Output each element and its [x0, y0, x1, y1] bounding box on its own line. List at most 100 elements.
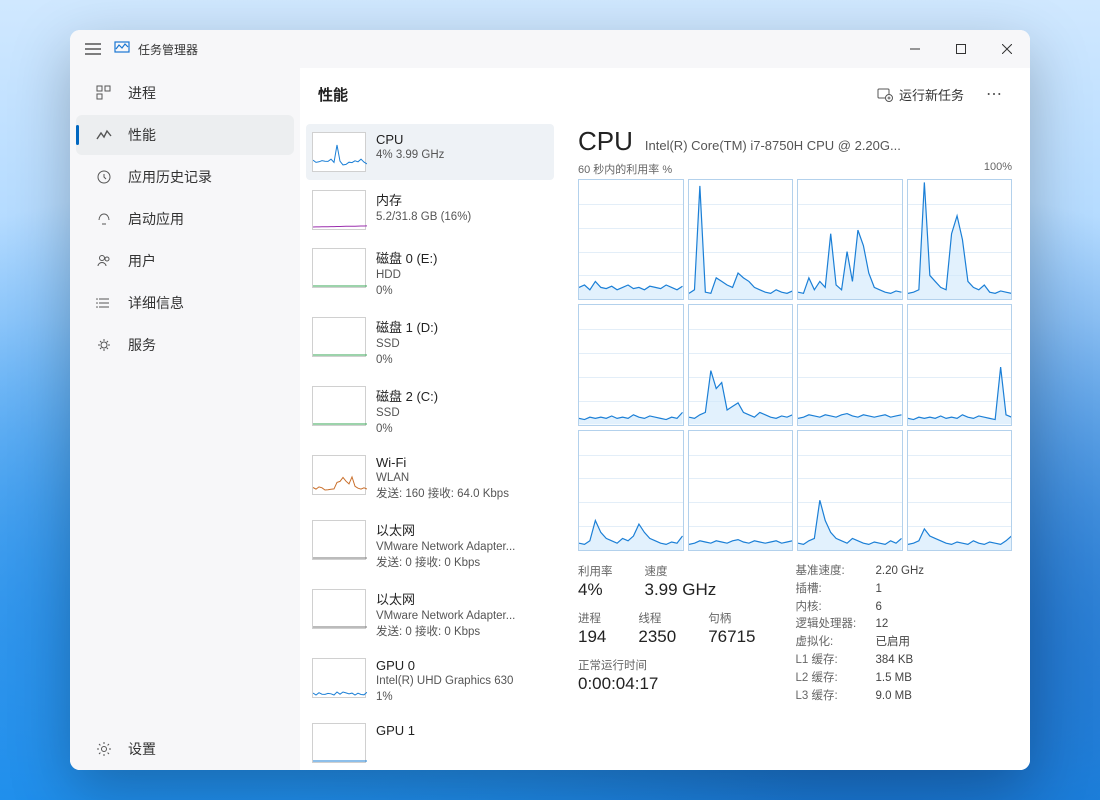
perf-list-item[interactable]: 内存5.2/31.8 GB (16%) — [306, 182, 554, 238]
titlebar: 任务管理器 — [70, 30, 1030, 68]
perf-thumbnail — [312, 386, 366, 426]
sidebar-item-startup[interactable]: 启动应用 — [76, 199, 294, 239]
perf-thumbnail — [312, 589, 366, 629]
stat-threads: 线程 2350 — [638, 610, 676, 647]
history-icon — [94, 169, 114, 185]
sidebar-item-processes[interactable]: 进程 — [76, 73, 294, 113]
chart-axis-right-label: 100% — [984, 161, 1012, 177]
spec-row: 逻辑处理器:12 — [795, 616, 924, 634]
perf-item-title: 磁盘 1 (D:) — [376, 317, 438, 336]
perf-thumbnail — [312, 455, 366, 495]
cpu-core-chart — [688, 179, 794, 300]
perf-item-sub: SSD0% — [376, 337, 438, 368]
stat-utilization: 利用率 4% — [578, 563, 613, 600]
sidebar-item-label: 性能 — [128, 125, 156, 145]
cpu-core-chart — [578, 304, 684, 425]
cpu-core-chart — [797, 430, 903, 551]
detail-title: CPU — [578, 126, 633, 157]
cpu-core-chart — [688, 430, 794, 551]
run-new-task-button[interactable]: 运行新任务 — [867, 79, 974, 110]
spec-row: 内核:6 — [795, 599, 924, 617]
chart-axis-left-label: 60 秒内的利用率 % — [578, 161, 672, 177]
spec-row: L2 缓存:1.5 MB — [795, 670, 924, 688]
perf-list-item[interactable]: CPU4% 3.99 GHz — [306, 124, 554, 180]
perf-item-sub: HDD0% — [376, 268, 437, 299]
perf-item-sub: Intel(R) UHD Graphics 6301% — [376, 674, 513, 705]
stat-uptime: 正常运行时间 0:00:04:17 — [578, 657, 755, 694]
perf-item-title: Wi-Fi — [376, 455, 509, 470]
perf-item-title: 磁盘 0 (E:) — [376, 248, 437, 267]
perf-list-item[interactable]: 磁盘 2 (C:)SSD0% — [306, 378, 554, 445]
cpu-chart-grid — [578, 179, 1012, 551]
app-title: 任务管理器 — [138, 41, 198, 58]
performance-icon — [94, 127, 114, 143]
sidebar-item-details[interactable]: 详细信息 — [76, 283, 294, 323]
perf-item-title: 内存 — [376, 190, 471, 209]
spec-row: L3 缓存:9.0 MB — [795, 688, 924, 706]
cpu-core-chart — [797, 179, 903, 300]
app-icon — [114, 39, 130, 60]
perf-item-sub: 5.2/31.8 GB (16%) — [376, 210, 471, 226]
run-task-icon — [877, 86, 893, 102]
spec-table: 基准速度:2.20 GHz插槽:1内核:6逻辑处理器:12虚拟化:已启用L1 缓… — [795, 563, 924, 706]
sidebar-item-settings[interactable]: 设置 — [76, 729, 294, 769]
task-manager-window: 任务管理器 进程 性能 应用历史记录 启动应用 — [70, 30, 1030, 770]
perf-thumbnail — [312, 658, 366, 698]
sidebar-item-services[interactable]: 服务 — [76, 325, 294, 365]
perf-thumbnail — [312, 190, 366, 230]
spec-row: 插槽:1 — [795, 581, 924, 599]
sidebar-item-label: 应用历史记录 — [128, 167, 212, 187]
sidebar-item-app-history[interactable]: 应用历史记录 — [76, 157, 294, 197]
cpu-core-chart — [907, 179, 1013, 300]
perf-item-title: GPU 0 — [376, 658, 513, 673]
perf-thumbnail — [312, 317, 366, 357]
perf-list-item[interactable]: 以太网VMware Network Adapter...发送: 0 接收: 0 … — [306, 512, 554, 579]
sidebar-item-performance[interactable]: 性能 — [76, 115, 294, 155]
cpu-core-chart — [578, 430, 684, 551]
grid-icon — [94, 85, 114, 101]
sidebar: 进程 性能 应用历史记录 启动应用 用户 详细信息 — [70, 68, 300, 770]
perf-thumbnail — [312, 132, 366, 172]
perf-item-title: CPU — [376, 132, 444, 147]
perf-list-item[interactable]: GPU 1 — [306, 715, 554, 770]
perf-item-title: 以太网 — [376, 520, 515, 539]
maximize-button[interactable] — [938, 30, 984, 68]
perf-item-sub: 4% 3.99 GHz — [376, 148, 444, 164]
hamburger-menu-icon[interactable] — [80, 43, 106, 55]
sidebar-item-label: 启动应用 — [128, 209, 184, 229]
sidebar-item-label: 用户 — [128, 251, 156, 271]
close-button[interactable] — [984, 30, 1030, 68]
more-button[interactable]: ⋯ — [978, 78, 1012, 110]
detail-model: Intel(R) Core(TM) i7-8750H CPU @ 2.20G..… — [645, 138, 1012, 153]
perf-item-sub: VMware Network Adapter...发送: 0 接收: 0 Kbp… — [376, 609, 515, 640]
page-title: 性能 — [318, 84, 348, 105]
perf-list-item[interactable]: Wi-FiWLAN发送: 160 接收: 64.0 Kbps — [306, 447, 554, 510]
sidebar-item-label: 设置 — [128, 739, 156, 759]
perf-list-item[interactable]: GPU 0Intel(R) UHD Graphics 6301% — [306, 650, 554, 713]
perf-item-title: 以太网 — [376, 589, 515, 608]
stat-handles: 句柄 76715 — [708, 610, 755, 647]
main-panel: 性能 运行新任务 ⋯ CPU4% 3.99 GHz内存5.2/31.8 GB (… — [300, 68, 1030, 770]
perf-item-title: GPU 1 — [376, 723, 415, 738]
minimize-button[interactable] — [892, 30, 938, 68]
cpu-core-chart — [907, 430, 1013, 551]
perf-item-sub: WLAN发送: 160 接收: 64.0 Kbps — [376, 471, 509, 502]
perf-thumbnail — [312, 520, 366, 560]
perf-thumbnail — [312, 248, 366, 288]
sidebar-item-users[interactable]: 用户 — [76, 241, 294, 281]
cpu-core-chart — [907, 304, 1013, 425]
perf-list-item[interactable]: 以太网VMware Network Adapter...发送: 0 接收: 0 … — [306, 581, 554, 648]
sidebar-item-label: 进程 — [128, 83, 156, 103]
spec-row: 基准速度:2.20 GHz — [795, 563, 924, 581]
perf-item-sub: VMware Network Adapter...发送: 0 接收: 0 Kbp… — [376, 540, 515, 571]
stat-processes: 进程 194 — [578, 610, 606, 647]
cpu-detail-panel: CPU Intel(R) Core(TM) i7-8750H CPU @ 2.2… — [560, 120, 1030, 770]
perf-list-item[interactable]: 磁盘 1 (D:)SSD0% — [306, 309, 554, 376]
run-task-label: 运行新任务 — [899, 85, 964, 104]
startup-icon — [94, 211, 114, 227]
spec-row: 虚拟化:已启用 — [795, 634, 924, 652]
perf-item-sub: SSD0% — [376, 406, 438, 437]
list-icon — [94, 295, 114, 311]
perf-list-item[interactable]: 磁盘 0 (E:)HDD0% — [306, 240, 554, 307]
sidebar-item-label: 详细信息 — [128, 293, 184, 313]
